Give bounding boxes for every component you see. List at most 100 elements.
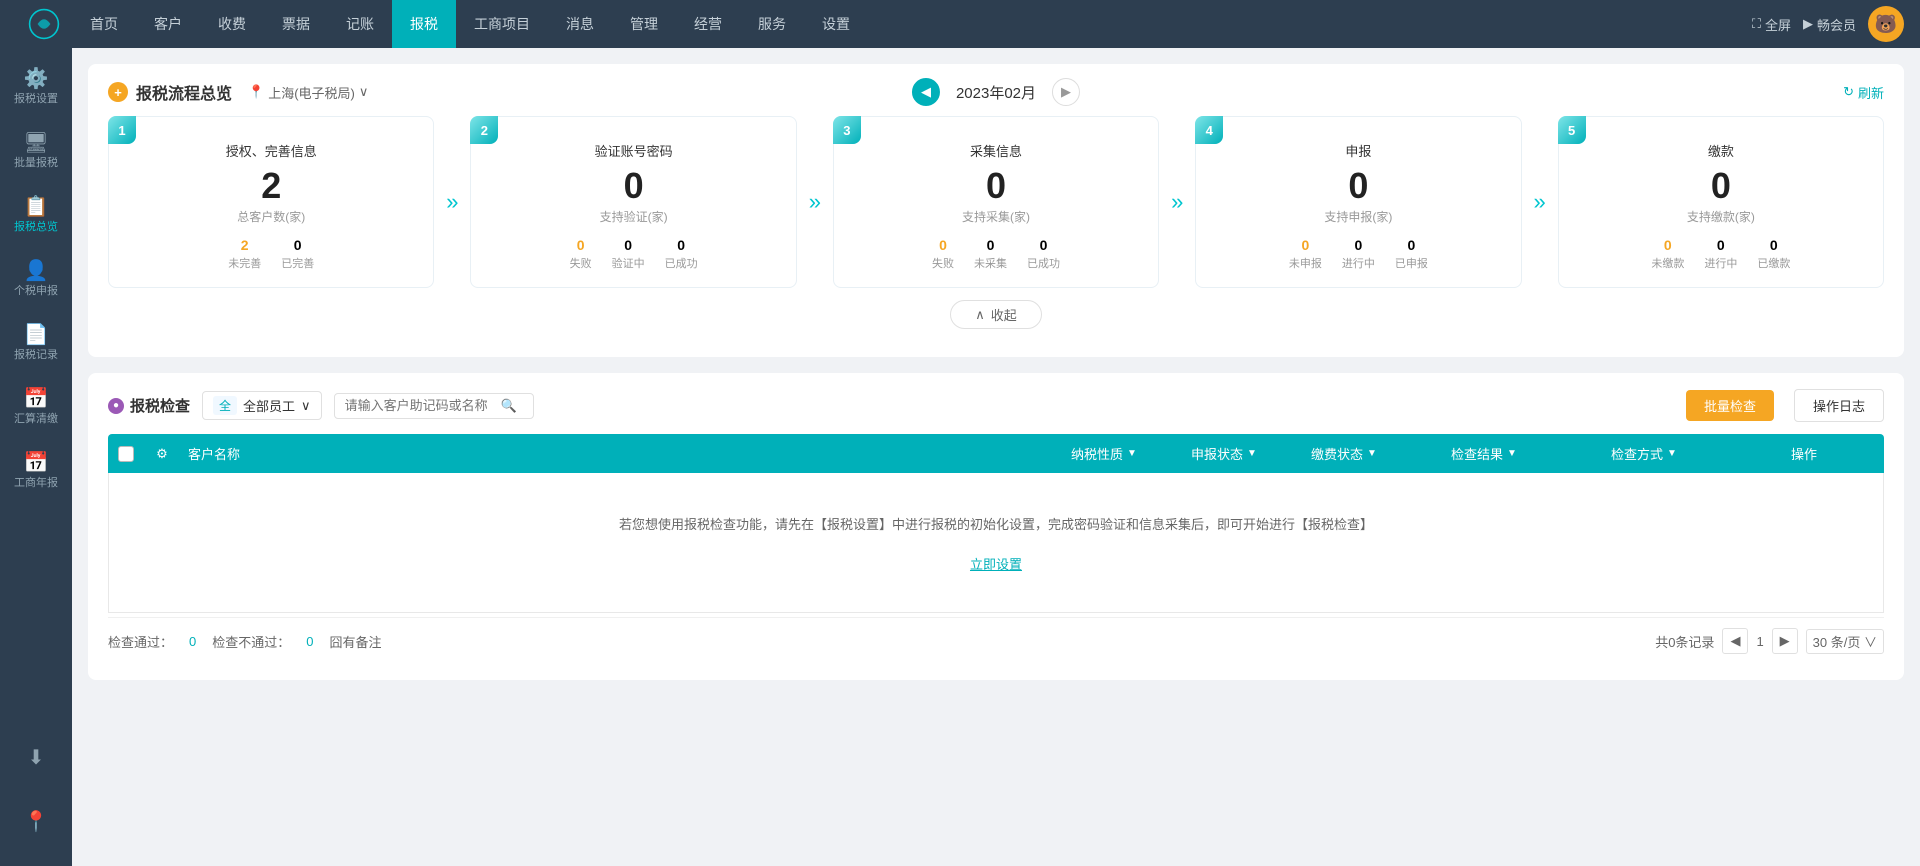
step-num-0: 1 (108, 116, 136, 144)
nav-item-工商项目[interactable]: 工商项目 (456, 0, 548, 48)
sidebar-bottom-item-1[interactable]: 📍 (0, 790, 72, 854)
sidebar-item-个税申报[interactable]: 👤 个税申报 (0, 248, 72, 312)
prev-page-button[interactable]: ◀ (1722, 628, 1748, 654)
step-card-4: 5 缴款 0 支持缴款(家) 0 未缴款 0 进行中 0 已缴款 (1558, 116, 1884, 288)
search-input[interactable] (345, 398, 495, 413)
filter-chevron-icon: ∨ (301, 398, 311, 414)
sidebar-item-批量报税[interactable]: 🖥 批量报税 (0, 120, 72, 184)
th-tax-nature[interactable]: 纳税性质 ▼ (1044, 434, 1164, 473)
vip-label: 畅会员 (1817, 15, 1856, 34)
sidebar-label-0: 报税设置 (14, 93, 58, 106)
step-subtitle-0: 总客户数(家) (125, 208, 417, 225)
stat-item-4-1: 0 进行中 (1704, 237, 1737, 271)
batch-check-button[interactable]: 批量检查 (1686, 390, 1774, 421)
next-page-button[interactable]: ▶ (1772, 628, 1798, 654)
collapse-button[interactable]: ∧ 收起 (950, 300, 1042, 329)
step-subtitle-2: 支持采集(家) (850, 208, 1142, 225)
step-title-3: 申报 (1212, 141, 1504, 160)
pass-count[interactable]: 0 (189, 634, 196, 649)
stat-label-2-0: 失败 (932, 255, 954, 271)
th-settings[interactable]: ⚙ (144, 434, 180, 473)
refresh-button[interactable]: ↻ 刷新 (1843, 83, 1884, 102)
nav-item-消息[interactable]: 消息 (548, 0, 612, 48)
chevron-down-icon: ∨ (359, 84, 369, 100)
th-pay-status[interactable]: 缴费状态 ▼ (1284, 434, 1404, 473)
nav-item-收费[interactable]: 收费 (200, 0, 264, 48)
overview-card: + 报税流程总览 📍 上海(电子税局) ∨ ◀ 2023年02月 ▶ ↻ 刷新 … (88, 64, 1904, 357)
stat-label-2-1: 未采集 (974, 255, 1007, 271)
sidebar-item-工商年报[interactable]: 📅 工商年报 (0, 440, 72, 504)
nav-item-服务[interactable]: 服务 (740, 0, 804, 48)
step-arrow-1: » (434, 116, 470, 288)
collapse-row: ∧ 收起 (108, 288, 1884, 341)
stat-item-3-1: 0 进行中 (1342, 237, 1375, 271)
nav-item-经营[interactable]: 经营 (676, 0, 740, 48)
nav-item-客户[interactable]: 客户 (136, 0, 200, 48)
prev-month-button[interactable]: ◀ (912, 78, 940, 106)
tax-check-card: ● 报税检查 全 全部员工 ∨ 🔍 批量检查 操作日志 ⚙ 客户名称 纳 (88, 373, 1904, 680)
sidebar-item-报税总览[interactable]: 📋 报税总览 (0, 184, 72, 248)
stat-val-2-2: 0 (1040, 237, 1048, 253)
nav-item-设置[interactable]: 设置 (804, 0, 868, 48)
stat-label-3-1: 进行中 (1342, 255, 1375, 271)
stat-item-1-2: 0 已成功 (665, 237, 698, 271)
step-title-4: 缴款 (1575, 141, 1867, 160)
th-check-method[interactable]: 检查方式 ▼ (1564, 434, 1724, 473)
sidebar-item-汇算清缴[interactable]: 📅 汇算清缴 (0, 376, 72, 440)
step-arrow-3: » (1159, 116, 1195, 288)
total-records: 共0条记录 (1655, 632, 1714, 651)
title-dot: + (108, 82, 128, 102)
step-arrow-2: » (797, 116, 833, 288)
fullscreen-button[interactable]: ⛶ 全屏 (1752, 15, 1791, 34)
vip-button[interactable]: ▶ 畅会员 (1803, 15, 1856, 34)
stat-val-1-2: 0 (677, 237, 685, 253)
th-check-result[interactable]: 检查结果 ▼ (1404, 434, 1564, 473)
operation-log-button[interactable]: 操作日志 (1794, 389, 1884, 422)
overview-header: + 报税流程总览 📍 上海(电子税局) ∨ ◀ 2023年02月 ▶ ↻ 刷新 (108, 80, 1884, 104)
stat-val-4-0: 0 (1664, 237, 1672, 253)
th-checkbox[interactable] (108, 434, 144, 473)
sidebar-item-报税记录[interactable]: 📄 报税记录 (0, 312, 72, 376)
step-num-1: 2 (470, 116, 498, 144)
stat-label-4-2: 已缴款 (1757, 255, 1790, 271)
sidebar-icon-6: 📅 (24, 453, 49, 473)
avatar[interactable]: 🐻 (1868, 6, 1904, 42)
nav-item-票据[interactable]: 票据 (264, 0, 328, 48)
overview-title-text: 报税流程总览 (136, 80, 232, 104)
refresh-icon: ↻ (1843, 84, 1854, 100)
step-num-3: 4 (1195, 116, 1223, 144)
stat-val-3-1: 0 (1355, 237, 1363, 253)
page-size-select[interactable]: 30 条/页 ∨ (1806, 629, 1884, 654)
next-month-button[interactable]: ▶ (1052, 78, 1080, 106)
th-declare-status[interactable]: 申报状态 ▼ (1164, 434, 1284, 473)
step-num-2: 3 (833, 116, 861, 144)
nav-item-记账[interactable]: 记账 (328, 0, 392, 48)
stat-val-1-0: 0 (577, 237, 585, 253)
filter-icon2: ▼ (1247, 448, 1257, 459)
stat-label-4-1: 进行中 (1704, 255, 1737, 271)
nav-item-管理[interactable]: 管理 (612, 0, 676, 48)
stat-label-1-0: 失败 (570, 255, 592, 271)
sidebar-label-4: 报税记录 (14, 349, 58, 362)
stat-val-3-2: 0 (1408, 237, 1416, 253)
sidebar-icon-3: 👤 (24, 261, 49, 281)
sidebar-bottom-item-0[interactable]: ⬇ (0, 726, 72, 790)
select-all-checkbox[interactable] (118, 446, 134, 462)
overview-title: + 报税流程总览 (108, 80, 232, 104)
nav-item-报税[interactable]: 报税 (392, 0, 456, 48)
pass-label: 检查通过： (108, 632, 173, 651)
nav-item-首页[interactable]: 首页 (72, 0, 136, 48)
step-subtitle-4: 支持缴款(家) (1575, 208, 1867, 225)
search-icon[interactable]: 🔍 (501, 398, 517, 414)
step-card-0: 1 授权、完善信息 2 总客户数(家) 2 未完善 0 已完善 (108, 116, 434, 288)
location-selector[interactable]: 📍 上海(电子税局) ∨ (248, 83, 368, 102)
location-label: 上海(电子税局) (268, 83, 355, 102)
sidebar-item-报税设置[interactable]: ⚙️ 报税设置 (0, 56, 72, 120)
setup-link[interactable]: 立即设置 (970, 554, 1022, 573)
fail-count[interactable]: 0 (306, 634, 313, 649)
location-icon: 📍 (248, 84, 264, 100)
logo[interactable] (16, 8, 72, 40)
month-navigator: ◀ 2023年02月 ▶ (912, 78, 1080, 106)
employee-filter[interactable]: 全 全部员工 ∨ (202, 391, 322, 420)
table-body: 若您想使用报税检查功能，请先在【报税设置】中进行报税的初始化设置，完成密码验证和… (108, 473, 1884, 613)
